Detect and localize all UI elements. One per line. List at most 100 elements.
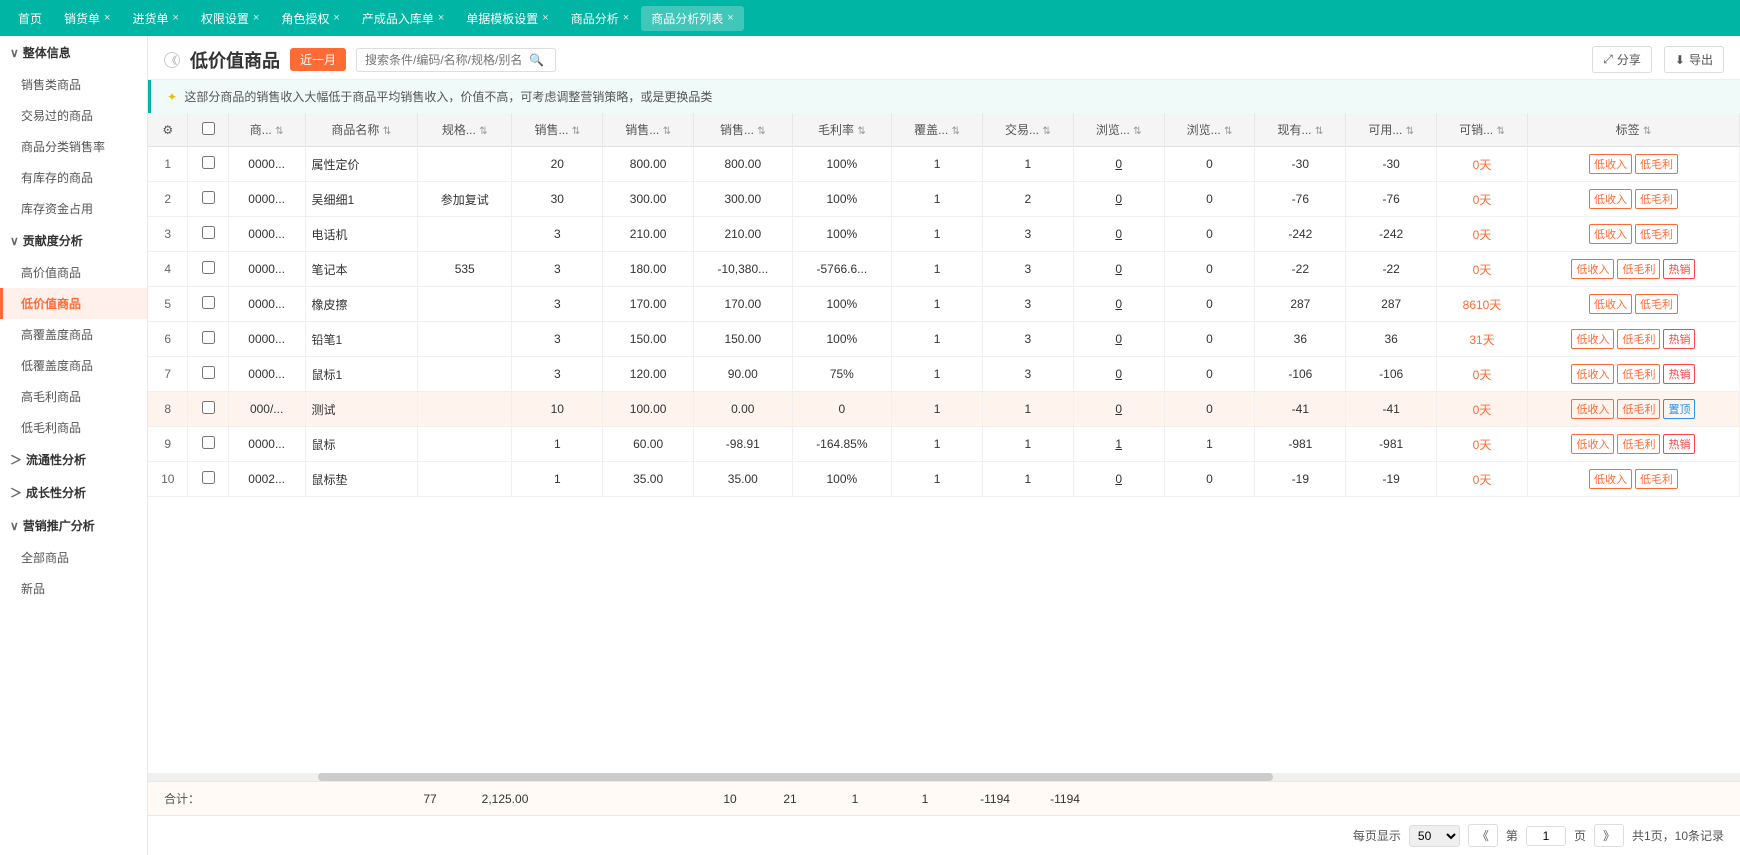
checkbox-7[interactable] [202, 401, 215, 414]
row-checkbox-4[interactable] [188, 287, 228, 322]
col-browse1[interactable]: 浏览... ⇅ [1073, 113, 1164, 147]
footer-scroll[interactable] [148, 773, 1740, 781]
col-spec[interactable]: 规格... ⇅ [418, 113, 512, 147]
sidebar-item-high-margin[interactable]: 高毛利商品 [0, 381, 147, 412]
row-browse1-7[interactable]: 0 [1073, 392, 1164, 427]
nav-product-analysis[interactable]: 商品分析 × [561, 6, 639, 31]
row-checkbox-6[interactable] [188, 357, 228, 392]
sidebar-item-high-value[interactable]: 高价值商品 [0, 257, 147, 288]
checkbox-1[interactable] [202, 191, 215, 204]
row-browse1-3[interactable]: 0 [1073, 252, 1164, 287]
sidebar-group-overview[interactable]: ∨ 整体信息 [0, 36, 147, 69]
row-current-4: 287 [1255, 287, 1346, 322]
row-browse1-4[interactable]: 0 [1073, 287, 1164, 322]
nav-production[interactable]: 产成品入库单 × [352, 6, 454, 31]
checkbox-4[interactable] [202, 296, 215, 309]
col-available[interactable]: 可用... ⇅ [1346, 113, 1437, 147]
nav-product-analysis-list[interactable]: 商品分析列表 × [641, 6, 743, 31]
row-browse1-2[interactable]: 0 [1073, 217, 1164, 252]
sidebar-item-stock-capital[interactable]: 库存资金占用 [0, 193, 147, 224]
row-checkbox-1[interactable] [188, 182, 228, 217]
search-icon[interactable]: 🔍 [529, 53, 544, 67]
col-browse2[interactable]: 浏览... ⇅ [1164, 113, 1255, 147]
sidebar-group-marketing[interactable]: ∨ 营销推广分析 [0, 509, 147, 542]
nav-product-analysis-list-close[interactable]: × [727, 12, 733, 24]
checkbox-2[interactable] [202, 226, 215, 239]
sidebar-group-growth[interactable]: ＞ 成长性分析 [0, 476, 147, 509]
col-sellable[interactable]: 可销... ⇅ [1437, 113, 1528, 147]
col-transaction[interactable]: 交易... ⇅ [982, 113, 1073, 147]
col-tags[interactable]: 标签 ⇅ [1527, 113, 1739, 147]
sidebar-group-liquidity[interactable]: ＞ 流通性分析 [0, 443, 147, 476]
page-num-input[interactable] [1526, 826, 1566, 846]
checkbox-6[interactable] [202, 366, 215, 379]
sidebar-item-low-coverage[interactable]: 低覆盖度商品 [0, 350, 147, 381]
nav-roles[interactable]: 角色授权 × [271, 6, 349, 31]
col-name[interactable]: 商品名称 ⇅ [305, 113, 417, 147]
row-checkbox-8[interactable] [188, 427, 228, 462]
collapse-sidebar-btn[interactable]: 《 [164, 52, 180, 68]
nav-roles-close[interactable]: × [333, 12, 339, 24]
nav-purchase[interactable]: 进货单 × [122, 6, 188, 31]
row-checkbox-5[interactable] [188, 322, 228, 357]
row-checkbox-2[interactable] [188, 217, 228, 252]
sidebar-item-traded-products[interactable]: 交易过的商品 [0, 100, 147, 131]
row-browse1-6[interactable]: 0 [1073, 357, 1164, 392]
col-sales-qty[interactable]: 销售... ⇅ [512, 113, 603, 147]
row-checkbox-9[interactable] [188, 462, 228, 497]
nav-sales-close[interactable]: × [104, 12, 110, 24]
nav-product-analysis-close[interactable]: × [623, 12, 629, 24]
nav-production-close[interactable]: × [438, 12, 444, 24]
nav-permissions[interactable]: 权限设置 × [191, 6, 269, 31]
prev-page-btn[interactable]: 《 [1468, 824, 1498, 847]
row-browse1-0[interactable]: 0 [1073, 147, 1164, 182]
table-container[interactable]: ⚙ 商... ⇅ 商品名称 ⇅ 规格... ⇅ 销售... ⇅ 销售... ⇅ … [148, 113, 1740, 773]
col-settings[interactable]: ⚙ [148, 113, 188, 147]
col-sales-price[interactable]: 销售... ⇅ [694, 113, 793, 147]
share-button[interactable]: ⤢ 分享 [1592, 46, 1652, 73]
search-box[interactable]: 🔍 [356, 48, 556, 72]
row-checkbox-0[interactable] [188, 147, 228, 182]
nav-permissions-close[interactable]: × [253, 12, 259, 24]
checkbox-8[interactable] [202, 436, 215, 449]
row-browse1-8[interactable]: 1 [1073, 427, 1164, 462]
page-size-select[interactable]: 50 100 200 [1409, 825, 1460, 847]
row-checkbox-7[interactable] [188, 392, 228, 427]
col-margin[interactable]: 毛利率 ⇅ [792, 113, 892, 147]
table-row: 8000/...测试10100.000.0001100-41-410天低收入低毛… [148, 392, 1740, 427]
row-sales-qty-4: 3 [512, 287, 603, 322]
nav-template[interactable]: 单据模板设置 × [456, 6, 558, 31]
nav-purchase-close[interactable]: × [172, 12, 178, 24]
sidebar-item-sales-products[interactable]: 销售类商品 [0, 69, 147, 100]
period-button[interactable]: 近一月 [290, 48, 346, 71]
checkbox-3[interactable] [202, 261, 215, 274]
sidebar-item-low-value[interactable]: 低价值商品 [0, 288, 147, 319]
checkbox-0[interactable] [202, 156, 215, 169]
col-coverage[interactable]: 覆盖... ⇅ [892, 113, 983, 147]
sidebar-item-high-coverage[interactable]: 高覆盖度商品 [0, 319, 147, 350]
select-all-checkbox[interactable] [202, 122, 215, 135]
sidebar-item-new-products[interactable]: 新品 [0, 573, 147, 604]
nav-home[interactable]: 首页 [8, 6, 52, 31]
col-sales-amount[interactable]: 销售... ⇅ [603, 113, 694, 147]
nav-template-close[interactable]: × [542, 12, 548, 24]
sidebar-group-contribution[interactable]: ∨ 贡献度分析 [0, 224, 147, 257]
sidebar-item-low-margin[interactable]: 低毛利商品 [0, 412, 147, 443]
nav-sales[interactable]: 销货单 × [54, 6, 120, 31]
row-browse1-9[interactable]: 0 [1073, 462, 1164, 497]
row-margin-7: 0 [792, 392, 892, 427]
row-checkbox-3[interactable] [188, 252, 228, 287]
col-code[interactable]: 商... ⇅ [228, 113, 305, 147]
row-browse1-5[interactable]: 0 [1073, 322, 1164, 357]
row-browse1-1[interactable]: 0 [1073, 182, 1164, 217]
sidebar-item-stock-products[interactable]: 有库存的商品 [0, 162, 147, 193]
sidebar-item-category-sales-rate[interactable]: 商品分类销售率 [0, 131, 147, 162]
export-button[interactable]: ⬇ 导出 [1664, 46, 1724, 73]
search-input[interactable] [365, 53, 525, 67]
checkbox-9[interactable] [202, 471, 215, 484]
checkbox-5[interactable] [202, 331, 215, 344]
next-page-btn[interactable]: 》 [1594, 824, 1624, 847]
sidebar-item-all-products[interactable]: 全部商品 [0, 542, 147, 573]
col-checkbox[interactable] [188, 113, 228, 147]
col-current[interactable]: 现有... ⇅ [1255, 113, 1346, 147]
